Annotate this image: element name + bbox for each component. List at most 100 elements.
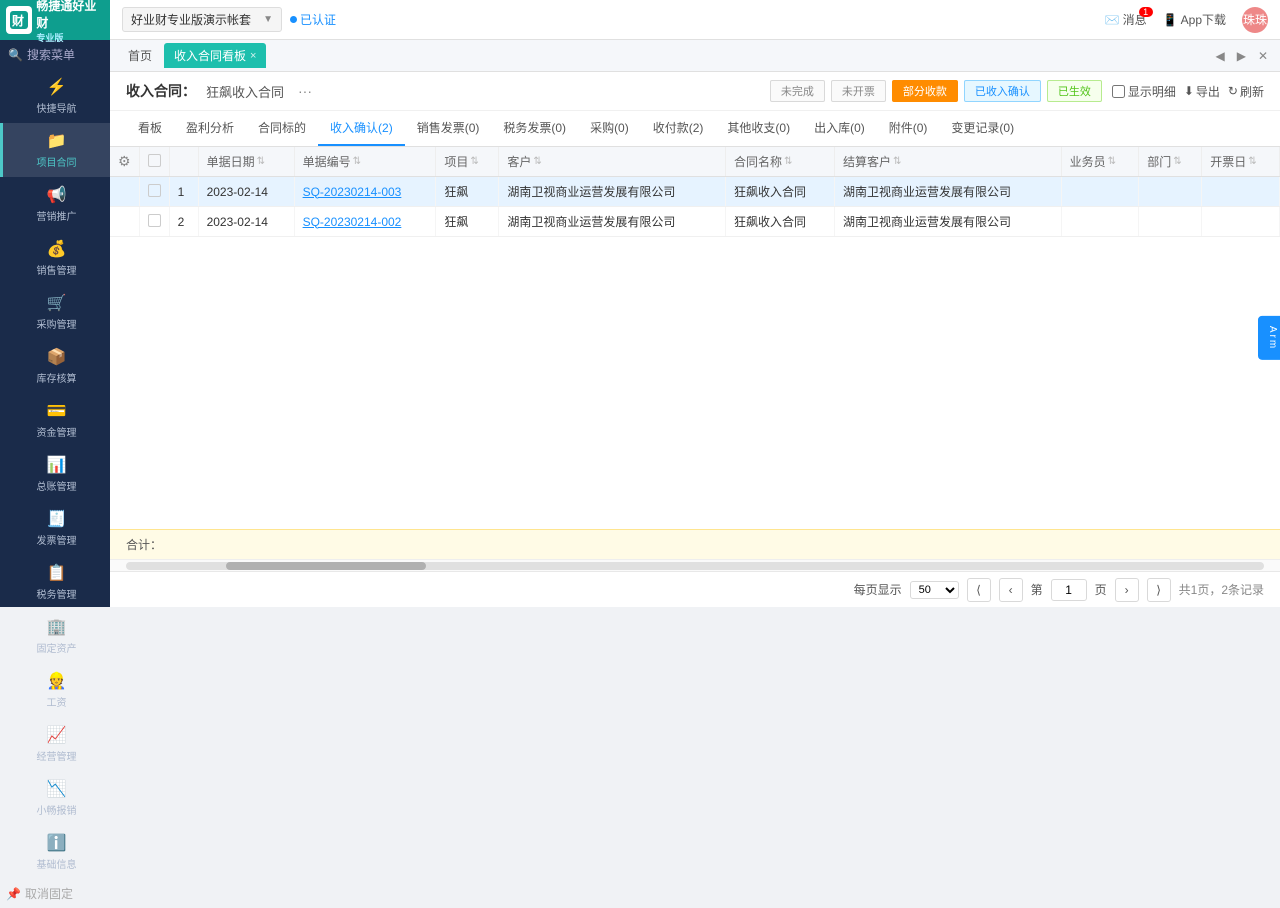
sidebar-item-basic-info[interactable]: ℹ️ 基础信息 (0, 825, 110, 879)
subtab-sales-invoice[interactable]: 销售发票(0) (405, 111, 492, 146)
sidebar-search[interactable]: 🔍 搜索菜单 (0, 40, 110, 69)
sidebar-item-sales[interactable]: 💰 销售管理 (0, 231, 110, 285)
logo-icon: 财 (6, 6, 32, 34)
quick-nav-label: 快捷导航 (37, 100, 77, 115)
sidebar-bottom-pin[interactable]: 📌 取消固定 (0, 879, 110, 908)
sidebar-item-marketing[interactable]: 📢 营销推广 (0, 177, 110, 231)
table-row[interactable]: 1 2023-02-14 SQ-20230214-003 狂飙 湖南卫视商业运营… (110, 177, 1280, 207)
date-sort-icon: ⇅ (257, 156, 265, 167)
sidebar-item-project[interactable]: 📁 项目合同 (0, 123, 110, 177)
subtab-tax-invoice[interactable]: 税务发票(0) (491, 111, 578, 146)
app-download-button[interactable]: 📱 App下载 (1163, 11, 1226, 28)
purchase-icon: 🛒 (47, 293, 67, 313)
content-area: 收入合同： 狂飙收入合同 ··· 未完成 未开票 部分收款 已收入确认 已生效 … (110, 72, 1280, 607)
home-tab[interactable]: 首页 (118, 43, 162, 68)
marketing-icon: 📢 (47, 185, 67, 205)
tab-next-button[interactable]: ▶ (1233, 47, 1250, 65)
per-page-label: 每页显示 (854, 581, 902, 598)
topbar-right: ✉️ 消息 1 📱 App下载 珠珠 (1105, 7, 1268, 33)
right-panel-button[interactable]: Arm (1258, 316, 1280, 360)
tab-close-button[interactable]: × (250, 50, 256, 62)
user-avatar[interactable]: 珠珠 (1242, 7, 1268, 33)
more-options-button[interactable]: ··· (298, 83, 312, 99)
page-number-input[interactable] (1051, 579, 1087, 601)
quick-nav-icon: ⚡ (47, 77, 67, 97)
subtab-attachment[interactable]: 附件(0) (877, 111, 940, 146)
th-customer[interactable]: 客户⇅ (499, 147, 726, 177)
user-name: 珠珠 (1243, 11, 1267, 28)
th-department[interactable]: 部门⇅ (1139, 147, 1202, 177)
document-number-link[interactable]: SQ-20230214-002 (303, 215, 402, 229)
tab-prev-button[interactable]: ◀ (1211, 47, 1228, 65)
subtab-changes[interactable]: 变更记录(0) (939, 111, 1026, 146)
subtab-revenue[interactable]: 收入确认(2) (318, 111, 405, 146)
total-pages-info: 共1页，2条记录 (1179, 581, 1264, 598)
th-related-customer[interactable]: 结算客户⇅ (835, 147, 1062, 177)
per-page-select[interactable]: 50 100 200 (910, 581, 959, 599)
total-row: 合计： (110, 529, 1280, 559)
header-checkbox[interactable] (148, 154, 161, 167)
tab-close-all-button[interactable]: ✕ (1254, 47, 1272, 65)
sidebar-item-ledger[interactable]: 📊 总账管理 (0, 447, 110, 501)
status-tag-uninvoiced[interactable]: 未开票 (831, 80, 886, 102)
active-tab[interactable]: 收入合同看板 × (164, 43, 266, 68)
first-page-button[interactable]: ⟨ (967, 578, 991, 602)
purchase-label: 采购管理 (37, 316, 77, 331)
sidebar-item-payroll[interactable]: 👷 工资 (0, 663, 110, 717)
export-button[interactable]: ⬇ 导出 (1184, 83, 1220, 100)
subtab-warehouse[interactable]: 出入库(0) (802, 111, 877, 146)
fixed-assets-label: 固定资产 (37, 640, 77, 655)
company-selector[interactable]: 好业财专业版演示帐套 ▼ (122, 7, 282, 32)
scroll-thumb[interactable] (226, 562, 426, 570)
last-page-button[interactable]: ⟩ (1147, 578, 1171, 602)
th-date[interactable]: 单据日期⇅ (198, 147, 294, 177)
th-project[interactable]: 项目⇅ (436, 147, 499, 177)
tax-label: 税务管理 (37, 586, 77, 601)
horizontal-scrollbar[interactable] (110, 559, 1280, 571)
show-detail-text: 显示明细 (1128, 83, 1176, 100)
sidebar-item-management[interactable]: 📈 经营管理 (0, 717, 110, 771)
status-tag-effective[interactable]: 已生效 (1047, 80, 1102, 102)
sidebar-item-invoice[interactable]: 🧾 发票管理 (0, 501, 110, 555)
sidebar-item-expense[interactable]: 📉 小畅报销 (0, 771, 110, 825)
column-settings-icon[interactable]: ⚙ (118, 153, 131, 169)
subtab-board[interactable]: 看板 (126, 111, 174, 146)
sidebar-item-tax[interactable]: 📋 税务管理 (0, 555, 110, 609)
th-invoice-date[interactable]: 开票日⇅ (1202, 147, 1280, 177)
status-tag-incomplete[interactable]: 未完成 (770, 80, 825, 102)
company-dropdown-icon: ▼ (263, 14, 273, 25)
table-row[interactable]: 2 2023-02-14 SQ-20230214-002 狂飙 湖南卫视商业运营… (110, 207, 1280, 237)
th-number[interactable]: 单据编号⇅ (294, 147, 436, 177)
subtab-other-income[interactable]: 其他收支(0) (715, 111, 802, 146)
sidebar-item-fixed-assets[interactable]: 🏢 固定资产 (0, 609, 110, 663)
logo-title: 畅捷通好业财 (36, 0, 104, 31)
message-button[interactable]: ✉️ 消息 1 (1105, 11, 1147, 28)
sidebar-item-purchase[interactable]: 🛒 采购管理 (0, 285, 110, 339)
sidebar-item-fund[interactable]: 💳 资金管理 (0, 393, 110, 447)
cell-number: SQ-20230214-003 (294, 177, 436, 207)
status-tag-partial-receipt[interactable]: 部分收款 (892, 80, 958, 102)
sidebar-item-inventory[interactable]: 📦 库存核算 (0, 339, 110, 393)
fixed-assets-icon: 🏢 (47, 617, 67, 637)
subtab-purchase[interactable]: 采购(0) (578, 111, 641, 146)
page-header: 收入合同： 狂飙收入合同 ··· 未完成 未开票 部分收款 已收入确认 已生效 … (110, 72, 1280, 111)
subtab-profit[interactable]: 盈利分析 (174, 111, 246, 146)
basic-info-label: 基础信息 (37, 856, 77, 871)
subtab-subject[interactable]: 合同标的 (246, 111, 318, 146)
subtabs: 看板 盈利分析 合同标的 收入确认(2) 销售发票(0) 税务发票(0) 采购(… (110, 111, 1280, 147)
sidebar-item-quick-nav[interactable]: ⚡ 快捷导航 (0, 69, 110, 123)
th-salesperson[interactable]: 业务员⇅ (1061, 147, 1139, 177)
subtab-payment[interactable]: 收付款(2) (641, 111, 716, 146)
department-sort-icon: ⇅ (1173, 156, 1181, 167)
show-detail-checkbox[interactable] (1112, 85, 1125, 98)
certified-badge: 已认证 (290, 11, 336, 28)
status-tag-recognized[interactable]: 已收入确认 (964, 80, 1041, 102)
next-page-button[interactable]: › (1115, 578, 1139, 602)
prev-page-button[interactable]: ‹ (999, 578, 1023, 602)
row-checkbox[interactable] (148, 184, 161, 197)
document-number-link[interactable]: SQ-20230214-003 (303, 185, 402, 199)
show-detail-label[interactable]: 显示明细 (1112, 83, 1176, 100)
refresh-button[interactable]: ↻ 刷新 (1228, 83, 1264, 100)
th-contract[interactable]: 合同名称⇅ (725, 147, 834, 177)
row-checkbox[interactable] (148, 214, 161, 227)
